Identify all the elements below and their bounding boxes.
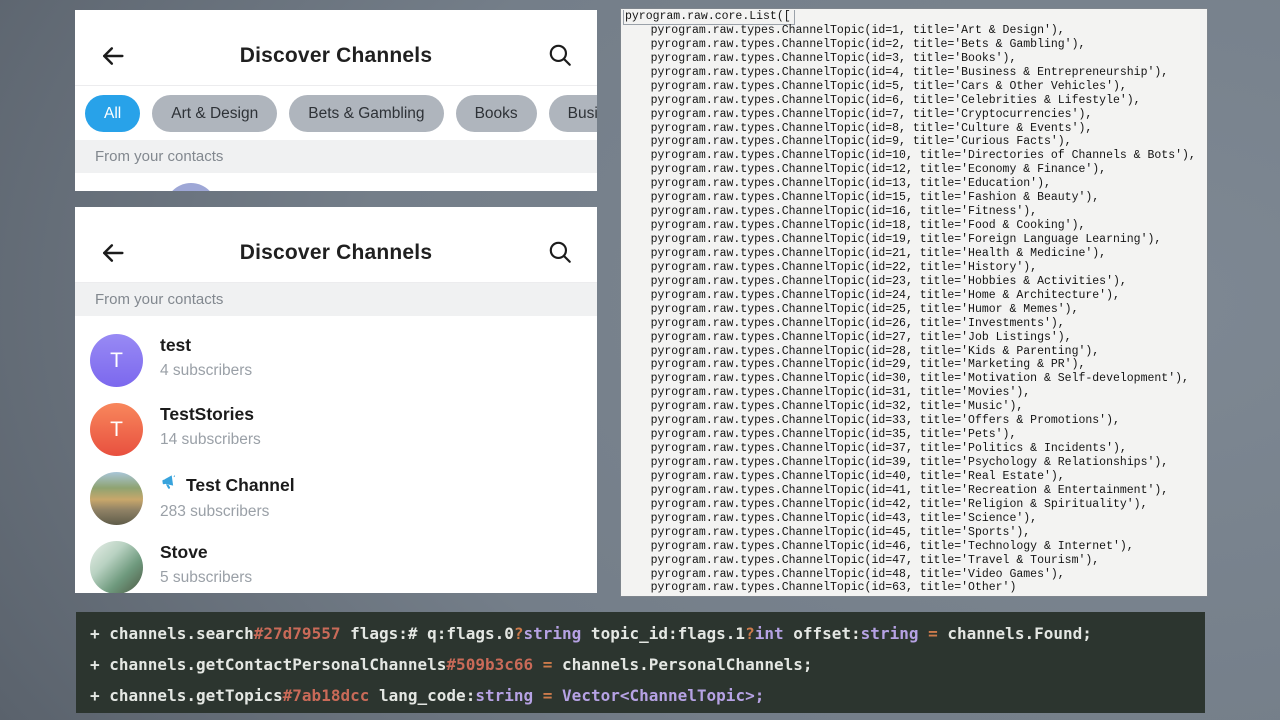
avatar: T: [90, 334, 143, 387]
channel-text: Stove 5 subscribers: [160, 542, 252, 587]
console-line: pyrogram.raw.types.ChannelTopic(id=27, t…: [623, 330, 1072, 344]
console-line: pyrogram.raw.types.ChannelTopic(id=25, t…: [623, 302, 1079, 316]
console-line: pyrogram.raw.types.ChannelTopic(id=10, t…: [623, 149, 1196, 163]
console-line: pyrogram.raw.types.ChannelTopic(id=22, t…: [623, 260, 1038, 274]
console-line: pyrogram.raw.types.ChannelTopic(id=30, t…: [623, 372, 1189, 386]
subscriber-count: 4 subscribers: [160, 362, 253, 379]
channel-row-test[interactable]: Ttest 4 subscribers: [75, 326, 597, 395]
console-line: pyrogram.raw.types.ChannelTopic(id=19, t…: [623, 233, 1162, 246]
discover-channels-panel-bottom: Discover Channels From your contacts Tte…: [75, 207, 597, 593]
channel-text: Test Channel 283 subscribers: [160, 473, 295, 521]
console-line: pyrogram.raw.types.ChannelTopic(id=32, t…: [623, 400, 1024, 414]
chip-bets-gambling[interactable]: Bets & Gambling: [289, 95, 444, 132]
console-line: pyrogram.raw.types.ChannelTopic(id=35, t…: [623, 428, 1017, 442]
schema-line: + channels.search#27d79557 flags:# q:fla…: [90, 624, 1092, 643]
channel-row-test-channel[interactable]: Test Channel 283 subscribers: [75, 464, 597, 533]
console-line: pyrogram.raw.types.ChannelTopic(id=43, t…: [623, 511, 1038, 525]
console-line: pyrogram.raw.types.ChannelTopic(id=40, t…: [623, 469, 1065, 483]
console-line: pyrogram.raw.types.ChannelTopic(id=6, ti…: [623, 93, 1141, 107]
megaphone-icon: [160, 473, 179, 497]
console-line: pyrogram.raw.types.ChannelTopic(id=45, t…: [623, 525, 1031, 539]
console-line: pyrogram.raw.types.ChannelTopic(id=26, t…: [623, 316, 1065, 330]
subscriber-count: 283 subscribers: [160, 503, 270, 520]
section-header: From your contacts: [75, 140, 597, 173]
console-line: pyrogram.raw.types.ChannelTopic(id=7, ti…: [623, 107, 1093, 121]
console-line: pyrogram.raw.types.ChannelTopic(id=4, ti…: [623, 65, 1169, 79]
discover-channels-panel-top: Discover Channels All Art & Design Bets & …: [75, 10, 597, 191]
channel-name: TestStories: [160, 404, 255, 424]
console-line: pyrogram.raw.types.ChannelTopic(id=48, t…: [623, 567, 1065, 581]
app-header: Discover Channels: [75, 207, 597, 283]
channel-name: Stove: [160, 542, 208, 562]
channel-name: test: [160, 335, 192, 355]
console-line: pyrogram.raw.types.ChannelTopic(id=29, t…: [623, 358, 1086, 372]
console-line: pyrogram.raw.types.ChannelTopic(id=3, ti…: [623, 51, 1017, 65]
console-line: pyrogram.raw.types.ChannelTopic(id=13, t…: [623, 177, 1051, 191]
page-title: Discover Channels: [239, 241, 433, 264]
subscriber-count: 14 subscribers: [160, 431, 261, 448]
pyrogram-console-output: pyrogram.raw.core.List([ pyrogram.raw.ty…: [620, 8, 1208, 597]
console-line: pyrogram.raw.types.ChannelTopic(id=23, t…: [623, 274, 1127, 288]
schema-line: + channels.getContactPersonalChannels#50…: [90, 655, 813, 674]
schema-line: + channels.getTopics#7ab18dcc lang_code:…: [90, 686, 765, 705]
channel-list: Ttest 4 subscribers T TestStories 14 subscri…: [75, 316, 597, 593]
console-line: pyrogram.raw.types.ChannelTopic(id=28, t…: [623, 344, 1100, 358]
console-line: pyrogram.raw.types.ChannelTopic(id=39, t…: [623, 456, 1169, 469]
avatar: T: [90, 403, 143, 456]
console-line: pyrogram.raw.types.ChannelTopic(id=16, t…: [623, 205, 1038, 219]
category-chips: All Art & Design Bets & Gambling Books Busin…: [75, 86, 597, 140]
console-line: pyrogram.raw.types.ChannelTopic(id=1, ti…: [623, 23, 1065, 37]
console-line: pyrogram.raw.types.ChannelTopic(id=15, t…: [623, 191, 1100, 205]
section-header: From your contacts: [75, 283, 597, 316]
chip-books[interactable]: Books: [455, 95, 537, 132]
console-line: pyrogram.raw.types.ChannelTopic(id=9, ti…: [623, 135, 1072, 149]
console-line: pyrogram.raw.types.ChannelTopic(id=8, ti…: [623, 121, 1093, 135]
channel-text: TestStories 14 subscribers: [160, 404, 261, 449]
search-icon[interactable]: [547, 42, 573, 68]
console-line: pyrogram.raw.types.ChannelTopic(id=33, t…: [623, 414, 1120, 428]
console-line: pyrogram.raw.types.ChannelTopic(id=18, t…: [623, 219, 1086, 233]
avatar: [90, 541, 143, 593]
page-title: Discover Channels: [239, 44, 433, 67]
console-line: pyrogram.raw.types.ChannelTopic(id=24, t…: [623, 288, 1120, 302]
app-header: Discover Channels: [75, 10, 597, 86]
channel-text: test 4 subscribers: [160, 335, 252, 380]
subscriber-count: 5 subscribers: [160, 569, 253, 586]
console-line: pyrogram.raw.types.ChannelTopic(id=5, ti…: [623, 79, 1127, 93]
channel-row-teststories[interactable]: T TestStories 14 subscribers: [75, 395, 597, 464]
channel-row-stove[interactable]: Stove 5 subscribers: [75, 533, 597, 593]
console-line: pyrogram.raw.types.ChannelTopic(id=47, t…: [623, 553, 1100, 567]
console-line: pyrogram.raw.types.ChannelTopic(id=31, t…: [623, 386, 1031, 400]
console-line: pyrogram.raw.types.ChannelTopic(id=21, t…: [623, 246, 1107, 260]
console-line: pyrogram.raw.types.ChannelTopic(id=42, t…: [623, 497, 1148, 511]
tl-schema-panel: + channels.search#27d79557 flags:# q:fla…: [76, 612, 1205, 713]
console-line: pyrogram.raw.types.ChannelTopic(id=12, t…: [623, 163, 1107, 177]
search-icon[interactable]: [547, 239, 573, 265]
console-line: pyrogram.raw.types.ChannelTopic(id=2, ti…: [623, 37, 1086, 51]
console-line: pyrogram.raw.types.ChannelTopic(id=63, t…: [623, 581, 1017, 595]
chip-all[interactable]: All: [85, 95, 141, 132]
avatar: [165, 183, 217, 191]
console-line: pyrogram.raw.types.ChannelTopic(id=37, t…: [623, 442, 1127, 456]
channel-name: Test Channel: [160, 473, 295, 497]
console-line: pyrogram.raw.types.ChannelTopic(id=46, t…: [623, 539, 1134, 553]
avatar: [90, 472, 143, 525]
chip-art-design[interactable]: Art & Design: [152, 95, 278, 132]
chip-business-entrepreneurship[interactable]: Business & Entrepreneurship: [548, 95, 597, 132]
console-line: pyrogram.raw.types.ChannelTopic(id=41, t…: [623, 483, 1169, 497]
